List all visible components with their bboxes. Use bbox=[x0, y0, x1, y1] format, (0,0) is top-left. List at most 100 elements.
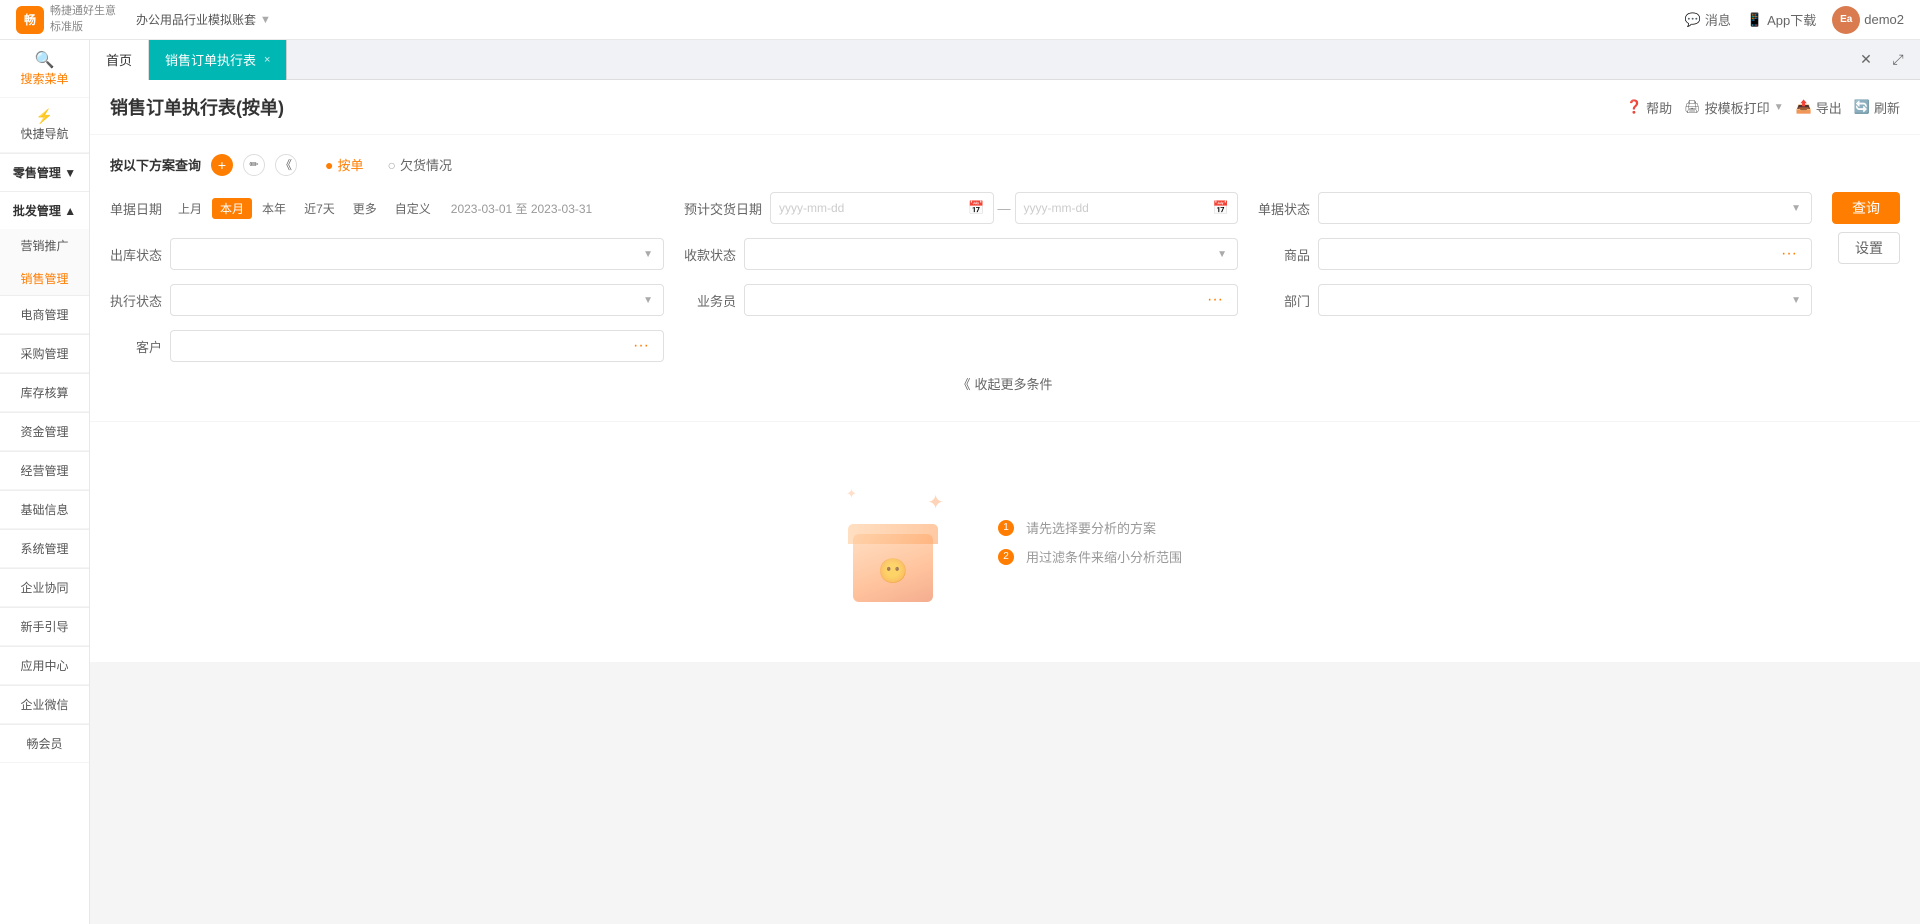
goods-input[interactable]: ··· bbox=[1318, 238, 1812, 270]
logo-text: 畅捷通好生意标准版 bbox=[50, 4, 116, 35]
hint2-num: 2 bbox=[998, 549, 1014, 565]
tab-home[interactable]: 首页 bbox=[90, 40, 149, 80]
shortage-icon: ○ bbox=[388, 157, 396, 173]
wechat-label: 企业微信 bbox=[4, 696, 85, 713]
tab-active[interactable]: 销售订单执行表 × bbox=[149, 40, 287, 80]
filter-add-btn[interactable]: + bbox=[211, 154, 233, 176]
sidebar-item-wholesale[interactable]: 批发管理 ▲ bbox=[0, 191, 89, 229]
sidebar-item-retail[interactable]: 零售管理 ▼ bbox=[0, 153, 89, 191]
exec-field: 执行状态 ▼ bbox=[110, 284, 664, 316]
sidebar-item-member[interactable]: 畅会员 bbox=[0, 724, 89, 763]
subnav-item-orders[interactable]: ● 按单 bbox=[315, 151, 373, 178]
goods-field: 商品 ··· bbox=[1258, 238, 1812, 270]
filter-collapse-btn[interactable]: 《 bbox=[275, 154, 297, 176]
print-btn[interactable]: 🖨 按模板打印 ▼ bbox=[1684, 98, 1783, 117]
status-select[interactable]: ▼ bbox=[1318, 192, 1812, 224]
expected-date-to[interactable]: yyyy-mm-dd 📅 bbox=[1015, 192, 1239, 224]
expected-from-placeholder: yyyy-mm-dd bbox=[779, 201, 844, 215]
dept-field: 部门 ▼ bbox=[1258, 284, 1812, 316]
sidebar-item-system[interactable]: 系统管理 bbox=[0, 529, 89, 568]
message-label: 消息 bbox=[1705, 10, 1731, 29]
customer-dots[interactable]: ··· bbox=[629, 337, 653, 355]
message-btn[interactable]: 💬 消息 bbox=[1685, 10, 1731, 29]
tab-close-btn[interactable]: × bbox=[264, 54, 270, 66]
sidebar-item-apps[interactable]: 应用中心 bbox=[0, 646, 89, 685]
collapse-icon: 《 bbox=[957, 374, 970, 393]
customer-field: 客户 ··· bbox=[110, 330, 664, 362]
export-btn[interactable]: 📤 导出 bbox=[1796, 98, 1842, 117]
newbie-label: 新手引导 bbox=[4, 618, 85, 635]
sidebar-item-basic[interactable]: 基础信息 bbox=[0, 490, 89, 529]
message-icon: 💬 bbox=[1685, 12, 1701, 28]
sales-label: 销售管理 bbox=[8, 270, 81, 287]
app-download-btn[interactable]: 📱 App下载 bbox=[1747, 10, 1816, 29]
date-btn-7days[interactable]: 近7天 bbox=[296, 198, 343, 219]
sidebar-item-enterprise[interactable]: 企业协同 bbox=[0, 568, 89, 607]
subnav-item-shortage[interactable]: ○ 欠货情况 bbox=[378, 151, 462, 178]
payment-select[interactable]: ▼ bbox=[744, 238, 1238, 270]
collapse-row: 《 收起更多条件 bbox=[110, 362, 1900, 405]
sidebar-item-ops[interactable]: 经营管理 bbox=[0, 451, 89, 490]
refresh-label: 刷新 bbox=[1874, 98, 1900, 117]
dept-select[interactable]: ▼ bbox=[1318, 284, 1812, 316]
status-field: 单据状态 ▼ bbox=[1258, 192, 1812, 224]
salesperson-dots[interactable]: ··· bbox=[1203, 291, 1227, 309]
expected-date-from[interactable]: yyyy-mm-dd 📅 bbox=[770, 192, 994, 224]
delivery-select[interactable]: ▼ bbox=[170, 238, 664, 270]
sidebar-item-finance[interactable]: 资金管理 bbox=[0, 412, 89, 451]
salesperson-input[interactable]: ··· bbox=[744, 284, 1238, 316]
expected-date-field: 预计交货日期 yyyy-mm-dd 📅 — bbox=[684, 192, 1238, 224]
date-btn-more[interactable]: 更多 bbox=[345, 198, 385, 219]
breadcrumb[interactable]: 办公用品行业模拟账套 ▼ bbox=[136, 11, 271, 28]
sidebar-item-inventory[interactable]: 库存核算 bbox=[0, 373, 89, 412]
search-button[interactable]: 查询 bbox=[1832, 192, 1900, 224]
avatar-text: Ea bbox=[1840, 14, 1852, 25]
help-btn[interactable]: ❓ 帮助 bbox=[1626, 98, 1672, 117]
orders-icon: ● bbox=[325, 157, 333, 173]
window-expand-btn[interactable]: ⤢ bbox=[1884, 46, 1912, 74]
filter-edit-btn[interactable]: ✏ bbox=[243, 154, 265, 176]
calendar-icon-from: 📅 bbox=[968, 200, 984, 216]
empty-hints: 1 请先选择要分析的方案 2 用过滤条件来缩小分析范围 bbox=[998, 518, 1182, 566]
wholesale-label: 批发管理 ▲ bbox=[4, 202, 85, 219]
customer-label: 客户 bbox=[110, 337, 162, 356]
window-close-btn[interactable]: ✕ bbox=[1852, 46, 1880, 74]
date-btn-custom[interactable]: 自定义 bbox=[387, 198, 439, 219]
customer-input[interactable]: ··· bbox=[170, 330, 664, 362]
sidebar-item-quicknav[interactable]: ⚡ 快捷导航 bbox=[0, 98, 89, 153]
refresh-btn[interactable]: 🔄 刷新 bbox=[1854, 98, 1900, 117]
user-label: demo2 bbox=[1864, 12, 1904, 27]
refresh-icon: 🔄 bbox=[1854, 99, 1870, 115]
sidebar-item-ecommerce[interactable]: 电商管理 bbox=[0, 295, 89, 334]
app-download-label: App下载 bbox=[1767, 10, 1816, 29]
user-area[interactable]: Ea demo2 bbox=[1832, 6, 1904, 34]
sidebar-item-marketing[interactable]: 营销推广 bbox=[0, 229, 89, 262]
purchase-label: 采购管理 bbox=[4, 345, 85, 362]
sidebar-item-purchase[interactable]: 采购管理 bbox=[0, 334, 89, 373]
salesperson-label: 业务员 bbox=[684, 291, 736, 310]
exec-select[interactable]: ▼ bbox=[170, 284, 664, 316]
sidebar-item-sales[interactable]: 销售管理 bbox=[0, 262, 89, 295]
goods-dots[interactable]: ··· bbox=[1777, 245, 1801, 263]
date-btn-this-month[interactable]: 本月 bbox=[212, 198, 252, 219]
date-field: 单据日期 上月 本月 本年 近7天 更多 bbox=[110, 192, 664, 224]
date-separator: — bbox=[998, 201, 1011, 216]
goods-label: 商品 bbox=[1258, 245, 1310, 264]
collapse-label: 收起更多条件 bbox=[975, 374, 1053, 393]
export-label: 导出 bbox=[1816, 98, 1842, 117]
sidebar-item-wechat[interactable]: 企业微信 bbox=[0, 685, 89, 724]
sidebar-item-newbie[interactable]: 新手引导 bbox=[0, 607, 89, 646]
print-icon: 🖨 bbox=[1684, 99, 1701, 115]
date-range-display: 2023-03-01 至 2023-03-31 bbox=[451, 200, 592, 217]
ops-label: 经营管理 bbox=[4, 462, 85, 479]
settings-button[interactable]: 设置 bbox=[1838, 232, 1900, 264]
retail-label: 零售管理 ▼ bbox=[4, 164, 85, 181]
date-btn-last-month[interactable]: 上月 bbox=[170, 198, 210, 219]
collapse-btn[interactable]: 《 收起更多条件 bbox=[945, 370, 1064, 397]
basic-label: 基础信息 bbox=[4, 501, 85, 518]
date-btn-this-year[interactable]: 本年 bbox=[254, 198, 294, 219]
salesperson-field: 业务员 ··· bbox=[684, 284, 1238, 316]
orders-label: 按单 bbox=[337, 155, 363, 174]
exec-label: 执行状态 bbox=[110, 291, 162, 310]
sidebar-item-search[interactable]: 🔍 搜索菜单 bbox=[0, 40, 89, 98]
